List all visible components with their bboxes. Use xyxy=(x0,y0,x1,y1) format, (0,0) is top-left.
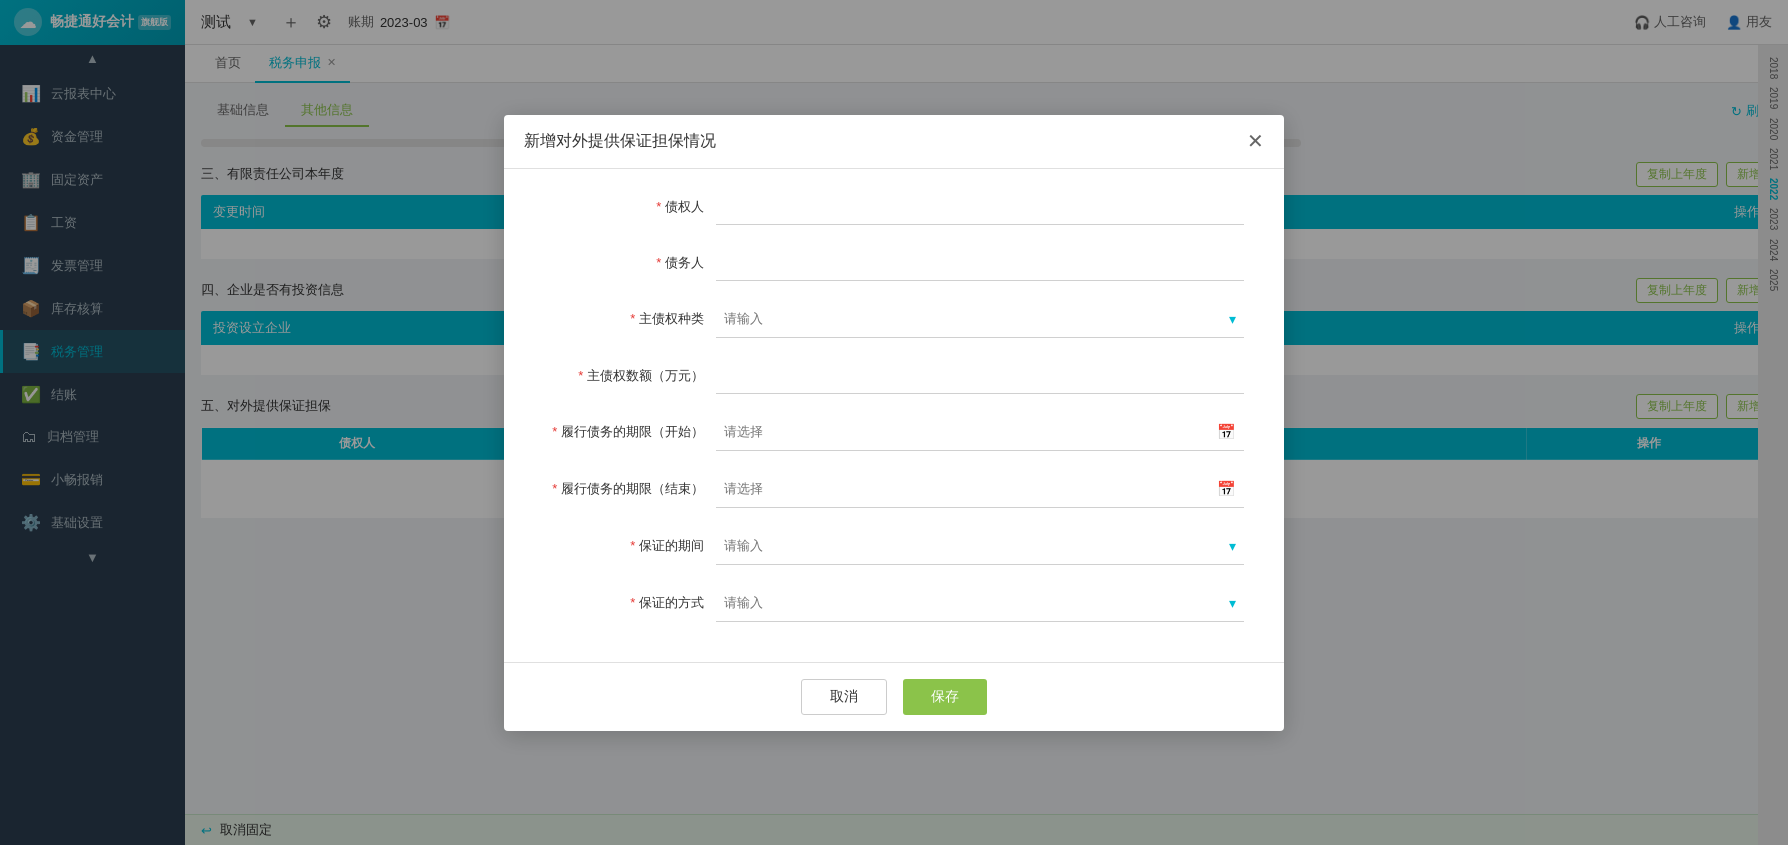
field-periodend-input[interactable] xyxy=(716,471,1209,507)
modal-dialog: 新增对外提供保证担保情况 ✕ * 债权人 * 债务人 xyxy=(504,115,1284,731)
field-guaranteemethod-row: * 保证的方式 ▾ xyxy=(544,585,1244,622)
field-periodstart-input[interactable] xyxy=(716,414,1209,450)
debttype-chevron-icon[interactable]: ▾ xyxy=(1221,311,1244,327)
field-guaranteemethod-input[interactable] xyxy=(716,585,1221,621)
field-debtor-input[interactable] xyxy=(716,245,1244,281)
guaranteeperiod-chevron-icon[interactable]: ▾ xyxy=(1221,538,1244,554)
field-periodstart-wrapper: 📅 xyxy=(716,414,1244,451)
field-obligee-input[interactable] xyxy=(716,189,1244,225)
field-debtor-row: * 债务人 xyxy=(544,245,1244,281)
field-debttype-label: * 主债权种类 xyxy=(544,310,704,328)
field-periodend-label: * 履行债务的期限（结束） xyxy=(544,480,704,498)
field-debtamount-row: * 主债权数额（万元） xyxy=(544,358,1244,394)
periodstart-calendar-icon[interactable]: 📅 xyxy=(1209,423,1244,441)
field-periodstart-label: * 履行债务的期限（开始） xyxy=(544,423,704,441)
field-debtor-label: * 债务人 xyxy=(544,254,704,272)
field-guaranteemethod-wrapper: ▾ xyxy=(716,585,1244,622)
modal-header: 新增对外提供保证担保情况 ✕ xyxy=(504,115,1284,169)
modal-overlay[interactable]: 新增对外提供保证担保情况 ✕ * 债权人 * 债务人 xyxy=(0,0,1788,845)
guaranteemethod-chevron-icon[interactable]: ▾ xyxy=(1221,595,1244,611)
field-periodend-wrapper: 📅 xyxy=(716,471,1244,508)
field-debttype-wrapper: ▾ xyxy=(716,301,1244,338)
field-guaranteeperiod-wrapper: ▾ xyxy=(716,528,1244,565)
save-button[interactable]: 保存 xyxy=(903,679,987,715)
field-debttype-row: * 主债权种类 ▾ xyxy=(544,301,1244,338)
modal-footer: 取消 保存 xyxy=(504,662,1284,731)
field-guaranteeperiod-row: * 保证的期间 ▾ xyxy=(544,528,1244,565)
field-debttype-input[interactable] xyxy=(716,301,1221,337)
field-debtamount-label: * 主债权数额（万元） xyxy=(544,367,704,385)
field-debtamount-input[interactable] xyxy=(716,358,1244,394)
field-obligee-label: * 债权人 xyxy=(544,198,704,216)
modal-body: * 债权人 * 债务人 * 主债权种类 xyxy=(504,169,1284,662)
field-guaranteemethod-label: * 保证的方式 xyxy=(544,594,704,612)
modal-title: 新增对外提供保证担保情况 xyxy=(524,131,716,152)
field-periodend-row: * 履行债务的期限（结束） 📅 xyxy=(544,471,1244,508)
field-guaranteeperiod-input[interactable] xyxy=(716,528,1221,564)
modal-close-button[interactable]: ✕ xyxy=(1247,131,1264,151)
field-guaranteeperiod-label: * 保证的期间 xyxy=(544,537,704,555)
periodend-calendar-icon[interactable]: 📅 xyxy=(1209,480,1244,498)
cancel-button[interactable]: 取消 xyxy=(801,679,887,715)
field-obligee-row: * 债权人 xyxy=(544,189,1244,225)
field-periodstart-row: * 履行债务的期限（开始） 📅 xyxy=(544,414,1244,451)
